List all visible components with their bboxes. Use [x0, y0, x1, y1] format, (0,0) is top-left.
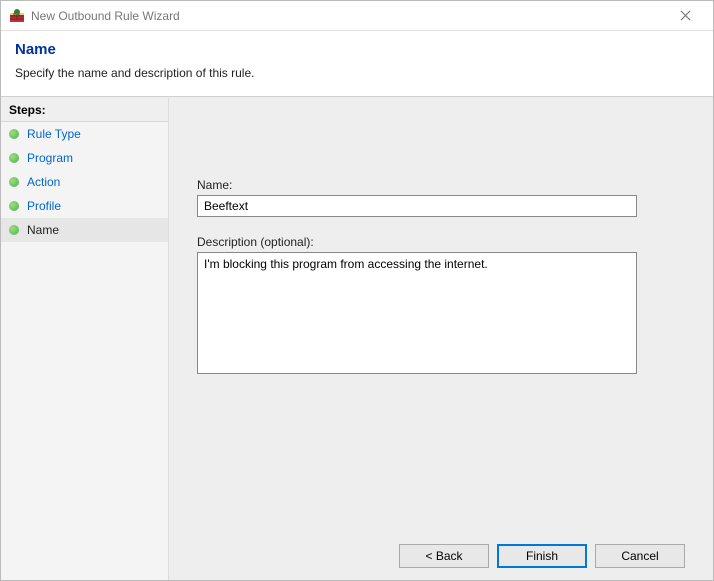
close-icon	[680, 10, 691, 21]
wizard-footer: < Back Finish Cancel	[197, 532, 685, 568]
bullet-icon	[9, 201, 19, 211]
page-description: Specify the name and description of this…	[15, 66, 699, 80]
step-program[interactable]: Program	[1, 146, 168, 170]
bullet-icon	[9, 225, 19, 235]
wizard-window: New Outbound Rule Wizard Name Specify th…	[0, 0, 714, 581]
wizard-body: Steps: Rule Type Program Action Profile …	[1, 98, 713, 580]
wizard-main: Name: Description (optional): < Back Fin…	[169, 98, 713, 580]
finish-button[interactable]: Finish	[497, 544, 587, 568]
description-input[interactable]	[197, 252, 637, 374]
wizard-header: Name Specify the name and description of…	[1, 31, 713, 90]
titlebar: New Outbound Rule Wizard	[1, 1, 713, 31]
steps-sidebar: Steps: Rule Type Program Action Profile …	[1, 98, 169, 580]
description-label: Description (optional):	[197, 235, 685, 249]
name-label: Name:	[197, 178, 685, 192]
step-rule-type[interactable]: Rule Type	[1, 122, 168, 146]
close-button[interactable]	[665, 2, 705, 30]
step-action[interactable]: Action	[1, 170, 168, 194]
name-field-group: Name:	[197, 178, 685, 217]
page-title: Name	[15, 41, 699, 58]
steps-heading: Steps:	[1, 98, 168, 122]
window-title: New Outbound Rule Wizard	[31, 9, 665, 23]
cancel-button[interactable]: Cancel	[595, 544, 685, 568]
step-label: Action	[27, 175, 60, 189]
step-label: Rule Type	[27, 127, 81, 141]
back-button[interactable]: < Back	[399, 544, 489, 568]
firewall-icon	[9, 8, 25, 24]
bullet-icon	[9, 129, 19, 139]
step-name[interactable]: Name	[1, 218, 168, 242]
step-label: Program	[27, 151, 73, 165]
step-label: Name	[27, 223, 59, 237]
bullet-icon	[9, 177, 19, 187]
form-area: Name: Description (optional):	[197, 118, 685, 395]
name-input[interactable]	[197, 195, 637, 217]
description-field-group: Description (optional):	[197, 235, 685, 377]
bullet-icon	[9, 153, 19, 163]
step-profile[interactable]: Profile	[1, 194, 168, 218]
step-label: Profile	[27, 199, 61, 213]
